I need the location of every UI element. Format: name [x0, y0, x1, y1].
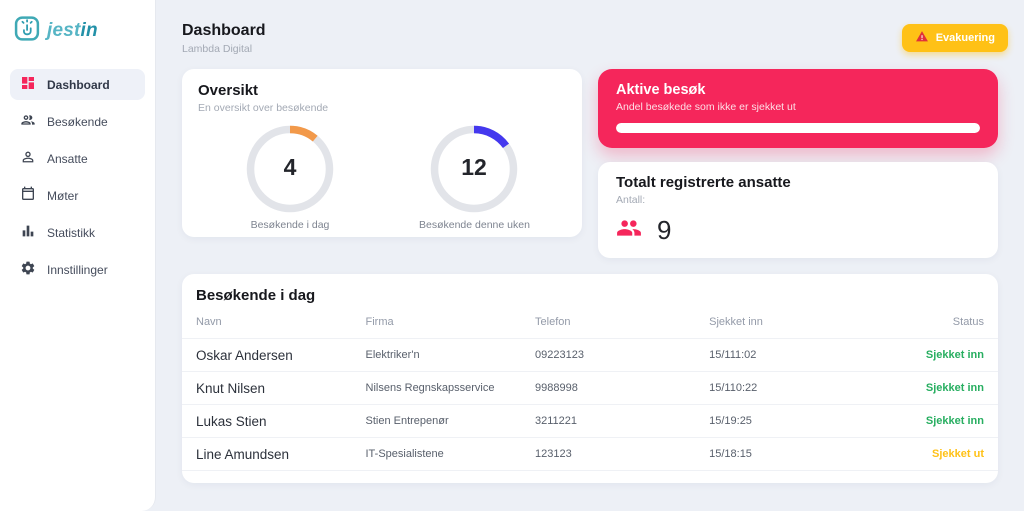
- status-badge: Sjekket inn: [892, 382, 984, 394]
- overview-subtitle: En oversikt over besøkende: [198, 102, 566, 114]
- table-row: Line Amundsen IT-Spesialistene 123123 15…: [182, 437, 998, 471]
- cell-telefon: 09223123: [535, 349, 709, 361]
- status-badge: Sjekket ut: [892, 448, 984, 460]
- visitors-table-title: Besøkende i dag: [182, 287, 998, 304]
- sidebar: jestin Dashboard Besøkende Ansatte Møter: [0, 0, 156, 511]
- active-visits-progress-fill: [616, 123, 980, 133]
- active-visits-subtitle: Andel besøkede som ikke er sjekket ut: [616, 101, 980, 113]
- sidebar-item-ansatte[interactable]: Ansatte: [10, 143, 145, 174]
- gear-icon: [20, 260, 36, 279]
- column-header-telefon: Telefon: [535, 316, 709, 328]
- cell-navn: Oskar Andersen: [196, 348, 366, 363]
- visitors-table-card: Besøkende i dag Navn Firma Telefon Sjekk…: [182, 274, 998, 483]
- cell-navn: Lukas Stien: [196, 414, 366, 429]
- gjestin-logo-icon: [14, 15, 41, 47]
- overview-title: Oversikt: [198, 82, 566, 99]
- sidebar-item-besokende[interactable]: Besøkende: [10, 106, 145, 137]
- donut-value: 12: [419, 154, 529, 181]
- evacuation-button[interactable]: Evakuering: [902, 24, 1008, 52]
- employees-label: Antall:: [616, 194, 980, 206]
- sidebar-item-statistikk[interactable]: Statistikk: [10, 217, 145, 248]
- status-badge: Sjekket inn: [892, 415, 984, 427]
- cell-sjekket-inn: 15/111:02: [709, 349, 892, 361]
- active-visits-title: Aktive besøk: [616, 82, 980, 98]
- cell-firma: IT-Spesialistene: [366, 448, 536, 460]
- calendar-icon: [20, 186, 36, 205]
- sidebar-item-label: Innstillinger: [47, 263, 108, 277]
- column-header-firma: Firma: [366, 316, 536, 328]
- person-outline-icon: [20, 149, 36, 168]
- page-title: Dashboard: [182, 22, 266, 40]
- sidebar-item-dashboard[interactable]: Dashboard: [10, 69, 145, 100]
- cell-sjekket-inn: 15/19:25: [709, 415, 892, 427]
- employees-title: Totalt registrerte ansatte: [616, 174, 980, 191]
- table-header-row: Navn Firma Telefon Sjekket inn Status: [182, 306, 998, 338]
- dashboard-grid-icon: [20, 75, 36, 94]
- sidebar-item-label: Statistikk: [47, 226, 95, 240]
- sidebar-item-innstillinger[interactable]: Innstillinger: [10, 254, 145, 285]
- cell-telefon: 3211221: [535, 415, 709, 427]
- table-row: Lukas Stien Stien Entrepenør 3211221 15/…: [182, 404, 998, 437]
- people-solid-icon: [616, 215, 642, 246]
- cell-navn: Line Amundsen: [196, 447, 366, 462]
- cell-telefon: 9988998: [535, 382, 709, 394]
- donut-label: Besøkende i dag: [235, 219, 345, 231]
- donut-label: Besøkende denne uken: [419, 219, 529, 231]
- app-logo-text: jestin: [47, 20, 98, 42]
- sidebar-item-moter[interactable]: Møter: [10, 180, 145, 211]
- active-visits-progress-track: [616, 123, 980, 133]
- donut-value: 4: [235, 154, 345, 181]
- app-logo[interactable]: jestin: [0, 0, 155, 69]
- cell-firma: Stien Entrepenør: [366, 415, 536, 427]
- cell-sjekket-inn: 15/110:22: [709, 382, 892, 394]
- employees-card: Totalt registrerte ansatte Antall: 9: [598, 162, 998, 258]
- cell-telefon: 123123: [535, 448, 709, 460]
- column-header-navn: Navn: [196, 316, 366, 328]
- column-header-sjekket-inn: Sjekket inn: [709, 316, 892, 328]
- employees-count: 9: [657, 215, 671, 246]
- page-subtitle: Lambda Digital: [182, 43, 266, 55]
- cell-firma: Nilsens Regnskapsservice: [366, 382, 536, 394]
- status-badge: Sjekket inn: [892, 349, 984, 361]
- column-header-status: Status: [892, 316, 984, 328]
- active-visits-card: Aktive besøk Andel besøkede som ikke er …: [598, 69, 998, 148]
- bar-chart-icon: [20, 223, 36, 242]
- page-header: Dashboard Lambda Digital Evakuering: [170, 14, 1010, 69]
- evacuation-button-label: Evakuering: [936, 32, 995, 44]
- donut-chart-visitors-week: 12 Besøkende denne uken: [419, 122, 529, 231]
- sidebar-item-label: Dashboard: [47, 78, 110, 92]
- main-content: Dashboard Lambda Digital Evakuering Over…: [156, 0, 1024, 511]
- table-row: Knut Nilsen Nilsens Regnskapsservice 998…: [182, 371, 998, 404]
- overview-card: Oversikt En oversikt over besøkende 4 Be…: [182, 69, 582, 237]
- donut-chart-visitors-today: 4 Besøkende i dag: [235, 122, 345, 231]
- sidebar-nav: Dashboard Besøkende Ansatte Møter Statis…: [0, 69, 155, 285]
- sidebar-item-label: Ansatte: [47, 152, 88, 166]
- sidebar-item-label: Besøkende: [47, 115, 108, 129]
- cell-firma: Elektriker'n: [366, 349, 536, 361]
- people-outline-icon: [20, 112, 36, 131]
- sidebar-item-label: Møter: [47, 189, 78, 203]
- warning-triangle-icon: [915, 30, 929, 46]
- table-row: Oskar Andersen Elektriker'n 09223123 15/…: [182, 338, 998, 371]
- cell-navn: Knut Nilsen: [196, 381, 366, 396]
- cell-sjekket-inn: 15/18:15: [709, 448, 892, 460]
